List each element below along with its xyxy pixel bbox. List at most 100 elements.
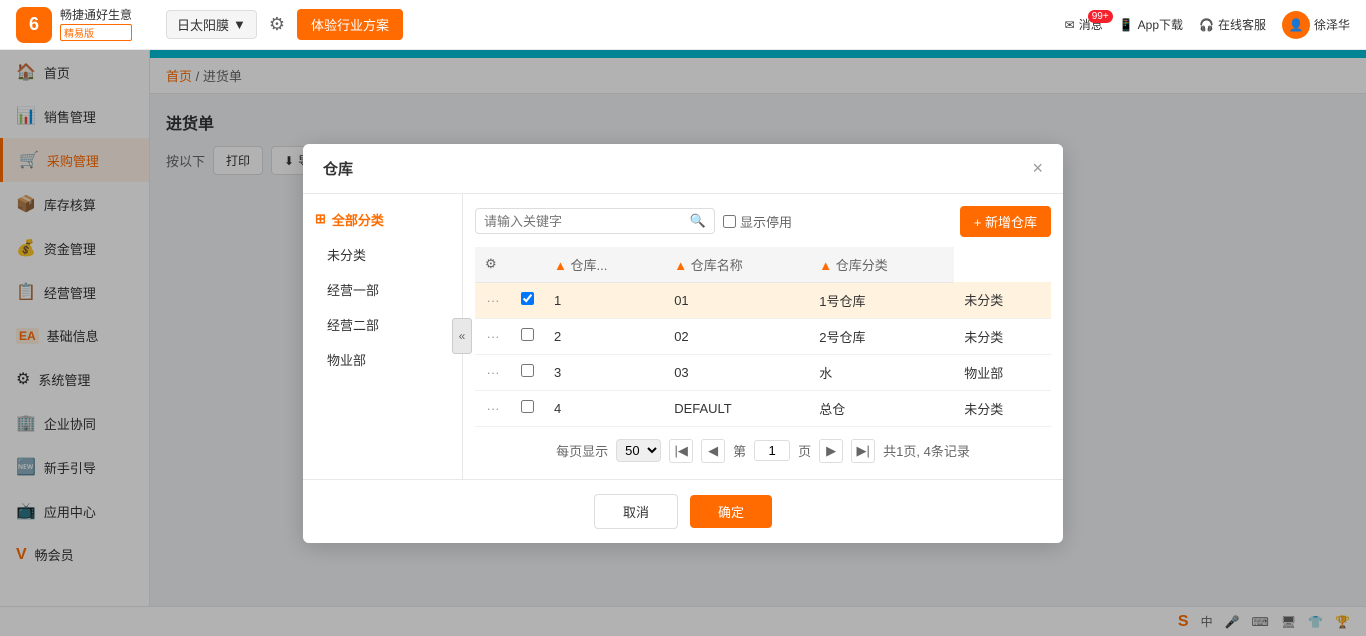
modal-body: ⊞ 全部分类 未分类 经营一部 经营二部 物业部 « <box>303 194 1063 479</box>
confirm-button[interactable]: 确定 <box>690 495 772 528</box>
table-col-category: ▲ 仓库分类 <box>809 247 954 283</box>
page-suffix: 页 <box>798 441 811 460</box>
row-more-btn[interactable]: ··· <box>475 354 511 390</box>
modal-close-button[interactable]: × <box>1032 158 1043 179</box>
headset-icon: 🎧 <box>1199 18 1214 32</box>
messages-item[interactable]: ✉ 消息 99+ <box>1065 16 1103 33</box>
table-head: ⚙ ▲ 仓库... ▲ 仓库名称 ▲ 仓库分类 <box>475 247 1051 283</box>
category-item-ops1[interactable]: 经营一部 <box>303 272 462 307</box>
row-checkbox-cell <box>511 354 544 390</box>
collapse-panel-button[interactable]: « <box>452 318 472 354</box>
warehouse-table: ⚙ ▲ 仓库... ▲ 仓库名称 ▲ 仓库分类 <box>475 247 1051 427</box>
page-number-input[interactable] <box>754 440 790 461</box>
trial-button[interactable]: 体验行业方案 <box>297 9 403 40</box>
row-more-btn[interactable]: ··· <box>475 318 511 354</box>
modal-backdrop: 仓库 × ⊞ 全部分类 未分类 经营一部 经营二部 <box>0 50 1366 636</box>
search-wrap: 🔍 <box>475 208 715 234</box>
username-label: 徐泽华 <box>1314 16 1350 33</box>
company-selector[interactable]: 日太阳膜 ▼ <box>166 10 257 39</box>
row-warehouse-name: 1号仓库 <box>809 282 954 318</box>
row-checkbox[interactable] <box>521 328 534 341</box>
row-code: 01 <box>664 282 809 318</box>
pagination: 每页显示 50 |◀ ◀ 第 页 ▶ ▶| 共1页, 4条记录 <box>475 427 1051 467</box>
table-row[interactable]: ··· 2 02 2号仓库 未分类 <box>475 318 1051 354</box>
table-row[interactable]: ··· 3 03 水 物业部 <box>475 354 1051 390</box>
table-body: ··· 1 01 1号仓库 未分类 ··· 2 02 2号仓库 未分类 ··· … <box>475 282 1051 426</box>
logo-area: 6 畅捷通好生意 精易版 <box>16 7 166 43</box>
prev-page-button[interactable]: ◀ <box>701 439 725 463</box>
row-num: 4 <box>544 390 664 426</box>
settings-icon-btn[interactable]: ⚙ <box>269 14 285 35</box>
row-code: DEFAULT <box>664 390 809 426</box>
row-category: 未分类 <box>954 318 1051 354</box>
show-disabled-wrap: 显示停用 <box>723 212 792 231</box>
row-category: 未分类 <box>954 282 1051 318</box>
app-download-item[interactable]: 📱 App下载 <box>1119 16 1183 33</box>
warehouse-modal: 仓库 × ⊞ 全部分类 未分类 经营一部 经营二部 <box>303 144 1063 543</box>
header-right: ✉ 消息 99+ 📱 App下载 🎧 在线客服 👤 徐泽华 <box>1065 11 1350 39</box>
online-service-label: 在线客服 <box>1218 16 1266 33</box>
table-row[interactable]: ··· 1 01 1号仓库 未分类 <box>475 282 1051 318</box>
modal-footer: 取消 确定 <box>303 479 1063 543</box>
category-item-property[interactable]: 物业部 <box>303 342 462 377</box>
row-num: 2 <box>544 318 664 354</box>
row-checkbox-cell <box>511 390 544 426</box>
category-panel: ⊞ 全部分类 未分类 经营一部 经营二部 物业部 « <box>303 194 463 479</box>
table-col-name: ▲ 仓库名称 <box>664 247 809 283</box>
all-category-label: 全部分类 <box>332 210 384 229</box>
chevron-down-icon: ▼ <box>233 17 246 32</box>
row-checkbox[interactable] <box>521 292 534 305</box>
table-scroll-area: ⚙ ▲ 仓库... ▲ 仓库名称 ▲ 仓库分类 <box>475 247 1051 427</box>
page-size-select[interactable]: 50 <box>616 439 661 462</box>
page-total: 共1页, 4条记录 <box>883 441 970 460</box>
logo-text: 畅捷通好生意 <box>60 8 132 24</box>
show-disabled-label: 显示停用 <box>740 212 792 231</box>
phone-icon: 📱 <box>1119 18 1134 32</box>
table-col-checkbox <box>511 247 544 283</box>
logo-badge: 精易版 <box>60 24 132 41</box>
category-item-unclassified[interactable]: 未分类 <box>303 237 462 272</box>
table-row[interactable]: ··· 4 DEFAULT 总仓 未分类 <box>475 390 1051 426</box>
row-checkbox-cell <box>511 282 544 318</box>
row-category: 物业部 <box>954 354 1051 390</box>
row-more-btn[interactable]: ··· <box>475 390 511 426</box>
add-warehouse-button[interactable]: + 新增仓库 <box>960 206 1051 237</box>
table-panel: 🔍 显示停用 + 新增仓库 ⚙ <box>463 194 1063 479</box>
row-warehouse-name: 水 <box>809 354 954 390</box>
message-badge: 99+ <box>1088 10 1113 23</box>
row-checkbox[interactable] <box>521 364 534 377</box>
category-item-ops2[interactable]: 经营二部 <box>303 307 462 342</box>
row-num: 1 <box>544 282 664 318</box>
row-category: 未分类 <box>954 390 1051 426</box>
row-warehouse-name: 总仓 <box>809 390 954 426</box>
search-input[interactable] <box>484 214 686 229</box>
company-name: 日太阳膜 <box>177 15 229 34</box>
row-more-btn[interactable]: ··· <box>475 282 511 318</box>
first-page-button[interactable]: |◀ <box>669 439 693 463</box>
message-icon: ✉ <box>1065 18 1075 32</box>
row-code: 03 <box>664 354 809 390</box>
all-category-item[interactable]: ⊞ 全部分类 <box>303 202 462 237</box>
user-item[interactable]: 👤 徐泽华 <box>1282 11 1350 39</box>
row-warehouse-name: 2号仓库 <box>809 318 954 354</box>
cancel-button[interactable]: 取消 <box>594 494 678 529</box>
top-header: 6 畅捷通好生意 精易版 日太阳膜 ▼ ⚙ 体验行业方案 ✉ 消息 99+ 📱 … <box>0 0 1366 50</box>
row-num: 3 <box>544 354 664 390</box>
logo-icon: 6 <box>16 7 52 43</box>
grid-icon: ⊞ <box>315 211 326 227</box>
app-download-label: App下载 <box>1138 16 1183 33</box>
table-col-code: ▲ 仓库... <box>544 247 664 283</box>
next-page-button[interactable]: ▶ <box>819 439 843 463</box>
show-disabled-checkbox[interactable] <box>723 215 736 228</box>
modal-header: 仓库 × <box>303 144 1063 194</box>
search-icon: 🔍 <box>690 213 706 229</box>
table-col-gear: ⚙ <box>475 247 511 283</box>
header-middle: 日太阳膜 ▼ ⚙ 体验行业方案 <box>166 9 1065 40</box>
row-code: 02 <box>664 318 809 354</box>
table-header-row: ⚙ ▲ 仓库... ▲ 仓库名称 ▲ 仓库分类 <box>475 247 1051 283</box>
modal-title: 仓库 <box>323 158 353 179</box>
online-service-item[interactable]: 🎧 在线客服 <box>1199 16 1266 33</box>
page-size-label: 每页显示 <box>556 441 608 460</box>
last-page-button[interactable]: ▶| <box>851 439 875 463</box>
row-checkbox[interactable] <box>521 400 534 413</box>
